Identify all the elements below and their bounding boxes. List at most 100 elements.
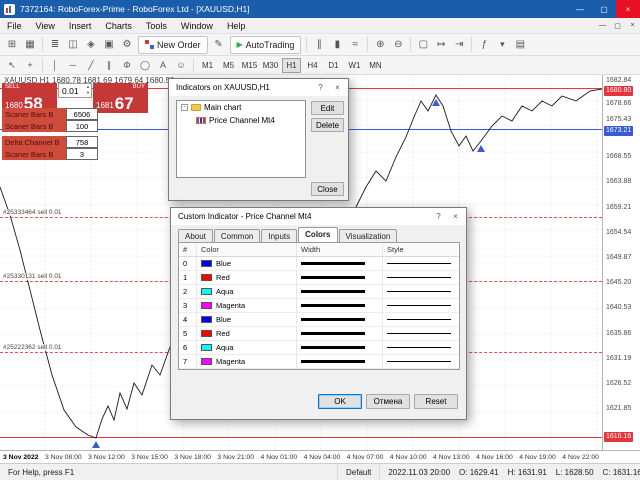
menu-insert[interactable]: Insert bbox=[62, 18, 99, 33]
menu-window[interactable]: Window bbox=[174, 18, 220, 33]
auto-scroll-icon[interactable]: ↦ bbox=[432, 36, 450, 53]
delete-button[interactable]: Delete bbox=[311, 118, 344, 132]
width-selector[interactable] bbox=[297, 257, 383, 270]
help-icon[interactable]: ? bbox=[312, 81, 329, 95]
new-chart-icon[interactable]: ⊞ bbox=[3, 36, 21, 53]
tile-windows-icon[interactable]: ▢ bbox=[414, 36, 432, 53]
width-selector[interactable] bbox=[297, 313, 383, 326]
style-selector[interactable] bbox=[383, 355, 459, 368]
timeframe-w1[interactable]: W1 bbox=[345, 58, 364, 73]
width-selector[interactable] bbox=[297, 271, 383, 284]
zoom-out-icon[interactable]: ⊖ bbox=[389, 36, 407, 53]
periods-dropdown-icon[interactable]: ▾ bbox=[493, 36, 511, 53]
timeframe-m15[interactable]: M15 bbox=[240, 58, 259, 73]
ok-button[interactable]: OK bbox=[318, 394, 362, 409]
style-selector[interactable] bbox=[383, 299, 459, 312]
indicators-dialog-titlebar[interactable]: Indicators on XAUUSD,H1 ? × bbox=[169, 79, 348, 96]
color-row[interactable]: 4 Blue bbox=[179, 313, 459, 327]
tab-common[interactable]: Common bbox=[213, 229, 261, 242]
reset-button[interactable]: Reset bbox=[414, 394, 458, 409]
metaeditor-icon[interactable]: ✎ bbox=[210, 36, 228, 53]
fibonacci-icon[interactable]: Φ bbox=[118, 57, 136, 74]
menu-help[interactable]: Help bbox=[220, 18, 253, 33]
timeframe-m1[interactable]: M1 bbox=[198, 58, 217, 73]
buy-button[interactable]: BUY 1681 67 bbox=[93, 83, 148, 113]
help-icon[interactable]: ? bbox=[430, 210, 447, 224]
timeframe-d1[interactable]: D1 bbox=[324, 58, 343, 73]
mdi-restore-button[interactable]: ▢ bbox=[610, 19, 625, 33]
status-profile[interactable]: Default bbox=[338, 464, 381, 480]
color-row[interactable]: 6 Aqua bbox=[179, 341, 459, 355]
style-selector[interactable] bbox=[383, 341, 459, 354]
width-selector[interactable] bbox=[297, 327, 383, 340]
indicators-list[interactable]: - Main chart Price Channel Mt4 bbox=[176, 100, 306, 178]
mdi-close-button[interactable]: × bbox=[625, 19, 640, 33]
tab-colors[interactable]: Colors bbox=[298, 227, 338, 242]
cursor-icon[interactable]: ↖ bbox=[3, 57, 21, 74]
channel-icon[interactable]: ∥ bbox=[100, 57, 118, 74]
color-swatch[interactable] bbox=[201, 302, 212, 309]
tab-visualization[interactable]: Visualization bbox=[338, 229, 398, 242]
color-swatch[interactable] bbox=[201, 344, 212, 351]
color-swatch[interactable] bbox=[201, 316, 212, 323]
cancel-button[interactable]: Отмена bbox=[366, 394, 410, 409]
tab-about[interactable]: About bbox=[178, 229, 213, 242]
lot-spinner[interactable]: ▲ ▼ bbox=[86, 84, 90, 96]
color-row[interactable]: 3 Magenta bbox=[179, 299, 459, 313]
maximize-button[interactable]: ▢ bbox=[592, 0, 616, 18]
timeframe-m30[interactable]: M30 bbox=[261, 58, 280, 73]
close-icon[interactable]: × bbox=[447, 210, 464, 224]
market-watch-icon[interactable]: ≣ bbox=[46, 36, 64, 53]
shapes-icon[interactable]: ◯ bbox=[136, 57, 154, 74]
tree-item-main-chart[interactable]: - Main chart bbox=[177, 101, 305, 114]
autotrading-button[interactable]: ▶ AutoTrading bbox=[229, 35, 302, 54]
trend-line-icon[interactable]: ╱ bbox=[82, 57, 100, 74]
bar-chart-icon[interactable]: ∥ bbox=[310, 36, 328, 53]
line-chart-icon[interactable]: ≈ bbox=[346, 36, 364, 53]
color-row[interactable]: 5 Red bbox=[179, 327, 459, 341]
style-selector[interactable] bbox=[383, 257, 459, 270]
edit-button[interactable]: Edit bbox=[311, 101, 344, 115]
chart-shift-icon[interactable]: ⇥ bbox=[450, 36, 468, 53]
text-tool-icon[interactable]: A bbox=[154, 57, 172, 74]
close-button[interactable]: Close bbox=[311, 182, 344, 196]
width-selector[interactable] bbox=[297, 285, 383, 298]
price-scale[interactable]: 1682.84 1680.80 1678.66 1675.43 1673.21 … bbox=[602, 75, 640, 450]
menu-charts[interactable]: Charts bbox=[98, 18, 139, 33]
color-swatch[interactable] bbox=[201, 330, 212, 337]
timeframe-m5[interactable]: M5 bbox=[219, 58, 238, 73]
style-selector[interactable] bbox=[383, 271, 459, 284]
indicators-icon[interactable]: ƒ bbox=[475, 36, 493, 53]
color-swatch[interactable] bbox=[201, 260, 212, 267]
color-row[interactable]: 2 Aqua bbox=[179, 285, 459, 299]
horizontal-line-icon[interactable]: ─ bbox=[64, 57, 82, 74]
color-swatch[interactable] bbox=[201, 274, 212, 281]
tree-expander-icon[interactable]: - bbox=[181, 104, 188, 111]
timeframe-h1[interactable]: H1 bbox=[282, 57, 301, 73]
vertical-line-icon[interactable]: │ bbox=[46, 57, 64, 74]
custom-dialog-titlebar[interactable]: Custom Indicator - Price Channel Mt4 ? × bbox=[171, 208, 466, 225]
templates-icon[interactable]: ▤ bbox=[511, 36, 529, 53]
data-window-icon[interactable]: ◫ bbox=[64, 36, 82, 53]
color-row[interactable]: 7 Magenta bbox=[179, 355, 459, 369]
menu-tools[interactable]: Tools bbox=[139, 18, 174, 33]
timeframe-h4[interactable]: H4 bbox=[303, 58, 322, 73]
lot-size-input[interactable]: 0.01 ▲ ▼ bbox=[58, 83, 92, 98]
time-axis[interactable]: 3 Nov 2022 3 Nov 08:00 3 Nov 12:00 3 Nov… bbox=[0, 450, 640, 463]
arrows-tool-icon[interactable]: ☺ bbox=[172, 57, 190, 74]
menu-file[interactable]: File bbox=[0, 18, 29, 33]
candle-chart-icon[interactable]: ▮ bbox=[328, 36, 346, 53]
width-selector[interactable] bbox=[297, 341, 383, 354]
navigator-icon[interactable]: ◈ bbox=[82, 36, 100, 53]
close-icon[interactable]: × bbox=[329, 81, 346, 95]
tab-inputs[interactable]: Inputs bbox=[261, 229, 298, 242]
color-row[interactable]: 1 Red bbox=[179, 271, 459, 285]
timeframe-mn[interactable]: MN bbox=[366, 58, 385, 73]
crosshair-icon[interactable]: + bbox=[21, 57, 39, 74]
style-selector[interactable] bbox=[383, 327, 459, 340]
tree-item-price-channel[interactable]: Price Channel Mt4 bbox=[177, 114, 305, 127]
close-button[interactable]: × bbox=[616, 0, 640, 18]
mdi-minimize-button[interactable]: — bbox=[595, 19, 610, 33]
terminal-icon[interactable]: ▣ bbox=[100, 36, 118, 53]
minimize-button[interactable]: — bbox=[568, 0, 592, 18]
